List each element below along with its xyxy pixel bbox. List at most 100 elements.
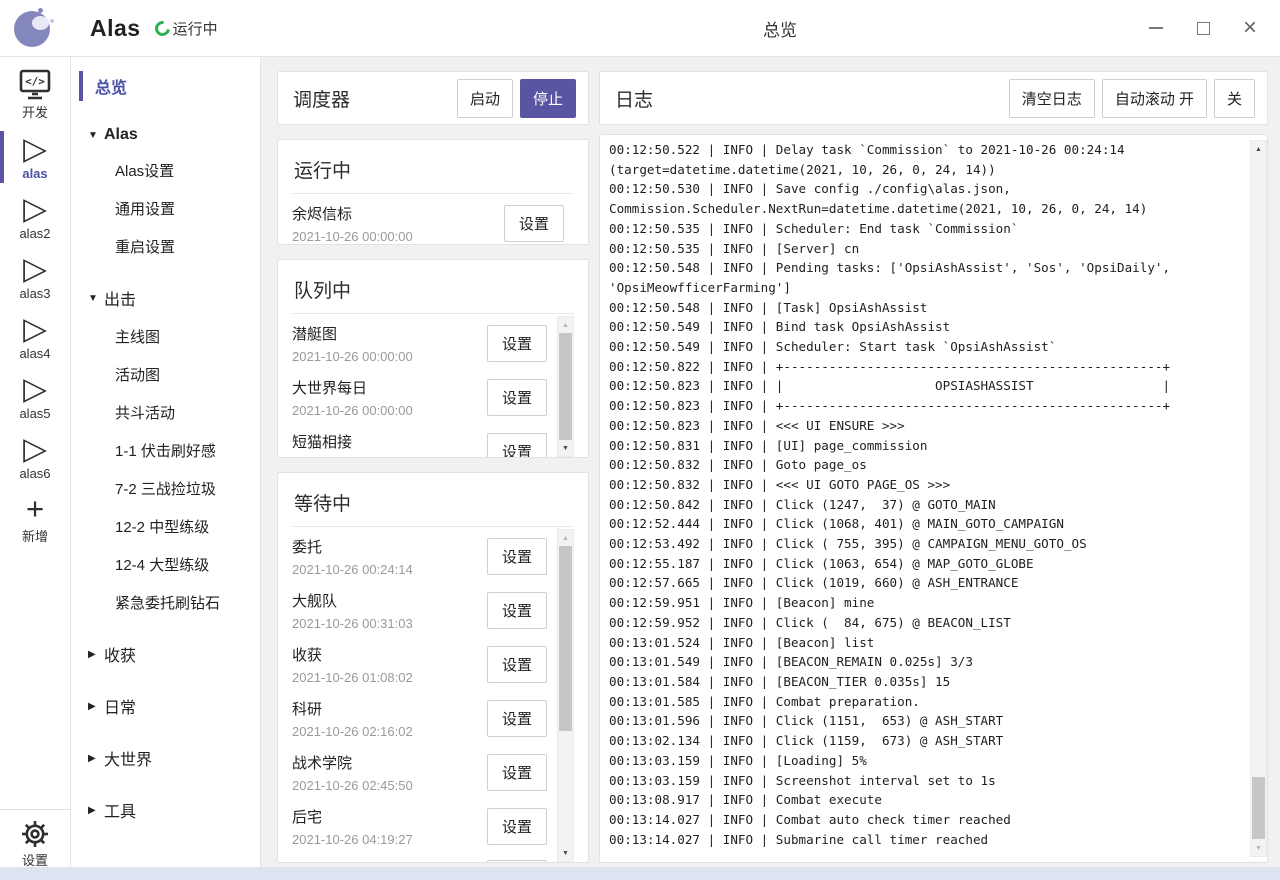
autoscroll-toggle-button[interactable]: 自动滚动 开	[1102, 79, 1207, 118]
sidebar-item-dev[interactable]: </> 开发	[0, 63, 70, 127]
nav-item[interactable]: 紧急委托刷钻石	[71, 583, 260, 621]
waiting-task-list: 委托 2021-10-26 00:24:14 设置 大舰队 2021-10-26…	[292, 529, 557, 862]
scroll-down-icon[interactable]: ▼	[558, 846, 573, 860]
svg-text:</>: </>	[25, 75, 45, 88]
task-settings-button[interactable]: 设置	[487, 646, 547, 683]
sidebar-item-profile[interactable]: ▷ alas6	[0, 427, 70, 487]
nav-group-sortie: ▼ 出击 主线图 活动图 共斗活动 1-1 伏击刷好感 7-2 三战捡垃圾 12…	[71, 279, 260, 621]
nav-group-label: 大世界	[104, 746, 152, 770]
running-spinner-icon	[152, 18, 173, 39]
sidebar-item-profile[interactable]: ▷ alas3	[0, 247, 70, 307]
sidebar-item-label: alas6	[19, 466, 50, 481]
nav-item[interactable]: 活动图	[71, 355, 260, 393]
task-next-run-time: 2021-10-26 00:31:03	[292, 616, 479, 631]
task-settings-button[interactable]: 设置	[487, 808, 547, 845]
nav-item[interactable]: 7-2 三战捡垃圾	[71, 469, 260, 507]
nav-group-label: Alas	[104, 126, 138, 144]
chevron-right-icon: ▶	[88, 805, 104, 816]
nav-item[interactable]: 重启设置	[71, 227, 260, 265]
chevron-right-icon: ▶	[88, 753, 104, 764]
sidebar-item-profile[interactable]: ▷ alas2	[0, 187, 70, 247]
task-name: 科研	[292, 698, 479, 719]
profile-sidebar: </> 开发 ▷ alas ▷ alas2 ▷ alas3	[0, 57, 71, 879]
queued-scrollbar[interactable]: ▲ ▼	[557, 316, 574, 457]
horizontal-scrollbar[interactable]	[0, 867, 1280, 880]
add-profile-button[interactable]: + 新增	[0, 487, 70, 551]
task-settings-button[interactable]: 设置	[487, 325, 547, 362]
nav-item[interactable]: 12-4 大型练级	[71, 545, 260, 583]
minimize-button[interactable]	[1146, 18, 1166, 38]
scrollbar-thumb[interactable]	[559, 546, 572, 731]
task-settings-button[interactable]: 设置	[487, 379, 547, 416]
sidebar-item-profile[interactable]: ▷ alas5	[0, 367, 70, 427]
log-title: 日志	[615, 85, 1002, 112]
log-scrollbar[interactable]: ▲ ▼	[1250, 140, 1267, 857]
play-icon: ▷	[23, 432, 47, 466]
scroll-down-icon[interactable]: ▼	[1251, 841, 1266, 855]
scheduler-title: 调度器	[293, 85, 450, 112]
scrollbar-thumb[interactable]	[559, 333, 572, 440]
settings-button[interactable]: 设置	[0, 809, 70, 875]
scroll-up-icon[interactable]: ▲	[558, 318, 573, 332]
titlebar: Alas 运行中 总览 ×	[0, 0, 1280, 57]
task-row: 委托 2021-10-26 00:24:14 设置	[292, 529, 557, 583]
task-settings-button[interactable]: 设置	[487, 860, 547, 862]
sidebar-item-label: alas3	[19, 286, 50, 301]
task-row: 科研 2021-10-26 02:16:02 设置	[292, 691, 557, 745]
scroll-up-icon[interactable]: ▲	[1251, 142, 1266, 156]
scroll-up-icon[interactable]: ▲	[558, 531, 573, 545]
task-next-run-time: 2021-10-26 01:08:02	[292, 670, 479, 685]
sidebar-item-label: alas	[22, 166, 47, 181]
task-name: 大世界每日	[292, 377, 479, 398]
sidebar-item-profile[interactable]: ▷ alas4	[0, 307, 70, 367]
close-button[interactable]: ×	[1240, 18, 1260, 38]
nav-group-label: 工具	[104, 798, 136, 822]
running-task-list: 余烬信标 2021-10-26 00:00:00 设置	[292, 196, 574, 244]
task-settings-button[interactable]: 设置	[487, 433, 547, 457]
nav-item[interactable]: 1-1 伏击刷好感	[71, 431, 260, 469]
task-name: 战术学院	[292, 752, 479, 773]
nav-group-header[interactable]: ▶ 工具	[71, 791, 260, 829]
nav-group-header-sortie[interactable]: ▼ 出击	[71, 279, 260, 317]
task-next-run-time: 2021-10-26 02:16:02	[292, 724, 479, 739]
task-settings-button[interactable]: 设置	[504, 205, 564, 242]
log-card: 00:12:50.522 | INFO | Delay task `Commis…	[599, 134, 1268, 863]
task-name: 后宅	[292, 806, 479, 827]
nav-item[interactable]: 主线图	[71, 317, 260, 355]
task-next-run-time: 2021-10-26 02:45:50	[292, 778, 479, 793]
nav-group-header-alas[interactable]: ▼ Alas	[71, 119, 260, 151]
chevron-right-icon: ▶	[88, 701, 104, 712]
maximize-icon	[1197, 22, 1210, 35]
sidebar-item-alas[interactable]: ▷ alas	[0, 127, 70, 187]
queued-task-list: 潜艇图 2021-10-26 00:00:00 设置 大世界每日 2021-10…	[292, 316, 557, 457]
task-settings-button[interactable]: 设置	[487, 538, 547, 575]
task-settings-button[interactable]: 设置	[487, 754, 547, 791]
minimize-icon	[1149, 27, 1163, 29]
nav-item[interactable]: 共斗活动	[71, 393, 260, 431]
nav-item[interactable]: Alas设置	[71, 151, 260, 189]
task-row: 大舰队 2021-10-26 00:31:03 设置	[292, 583, 557, 637]
nav-group-header[interactable]: ▶ 收获	[71, 635, 260, 673]
task-next-run-time: 2021-10-26 00:24:14	[292, 562, 479, 577]
nav-item[interactable]: 通用设置	[71, 189, 260, 227]
gear-icon	[19, 818, 51, 850]
nav-group-header[interactable]: ▶ 大世界	[71, 739, 260, 777]
nav-group-header[interactable]: ▶ 日常	[71, 687, 260, 725]
nav-group-label: 出击	[104, 286, 136, 310]
autoscroll-off-button[interactable]: 关	[1214, 79, 1255, 118]
play-icon: ▷	[23, 132, 47, 166]
task-row: 战术学院 2021-10-26 02:45:50 设置	[292, 745, 557, 799]
task-settings-button[interactable]: 设置	[487, 592, 547, 629]
scheduler-start-button[interactable]: 启动	[457, 79, 513, 118]
queued-title: 队列中	[292, 272, 574, 313]
nav-item-overview[interactable]: 总览	[71, 67, 260, 105]
scrollbar-thumb[interactable]	[1252, 777, 1265, 839]
clear-log-button[interactable]: 清空日志	[1009, 79, 1095, 118]
nav-item[interactable]: 12-2 中型练级	[71, 507, 260, 545]
maximize-button[interactable]	[1193, 18, 1213, 38]
scheduler-stop-button[interactable]: 停止	[520, 79, 576, 118]
scroll-down-icon[interactable]: ▼	[558, 441, 573, 455]
task-settings-button[interactable]: 设置	[487, 700, 547, 737]
waiting-scrollbar[interactable]: ▲ ▼	[557, 529, 574, 862]
nav-group-items: Alas设置 通用设置 重启设置	[71, 151, 260, 265]
